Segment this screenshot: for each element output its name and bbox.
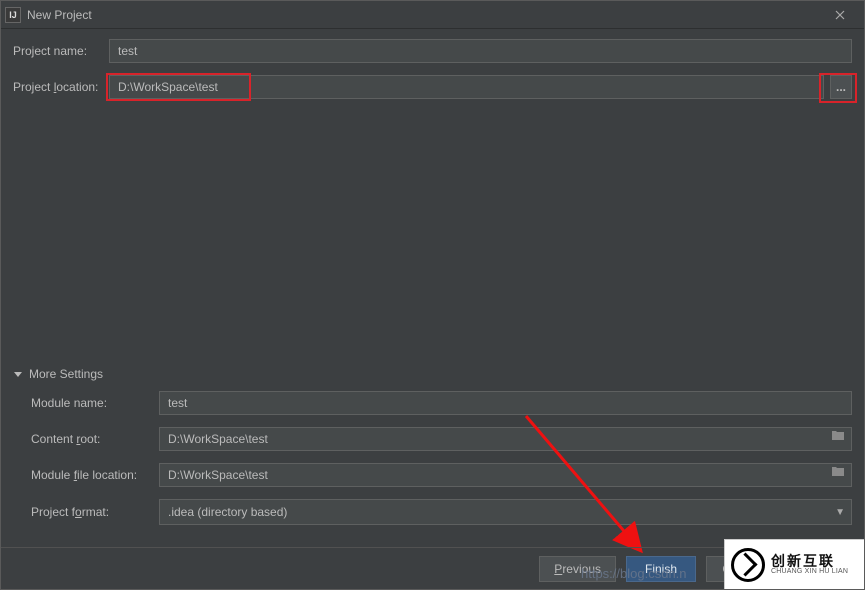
project-location-label: Project location: [13, 80, 109, 94]
logo-badge: 创新互联 CHUANG XIN HU LIAN [724, 539, 864, 589]
more-settings-toggle[interactable]: More Settings [13, 367, 852, 381]
content-root-label: Content root: [31, 432, 159, 446]
project-format-value: .idea (directory based) [168, 505, 287, 519]
chevron-down-icon: ▼ [835, 507, 845, 518]
project-name-label: Project name: [13, 44, 109, 58]
expand-icon [13, 369, 23, 379]
window-title: New Project [27, 8, 92, 22]
module-file-location-input[interactable] [159, 463, 852, 487]
module-file-location-label: Module file location: [31, 468, 159, 482]
module-name-input[interactable] [159, 391, 852, 415]
more-settings-panel: Module name: Content root: Module file l… [13, 391, 852, 525]
more-settings-label: More Settings [29, 367, 103, 381]
project-format-select[interactable]: .idea (directory based) ▼ [159, 499, 852, 525]
content-root-input[interactable] [159, 427, 852, 451]
logo-text-en: CHUANG XIN HU LIAN [771, 568, 848, 575]
close-icon [835, 10, 845, 20]
project-name-row: Project name: [13, 39, 852, 63]
logo-icon [731, 548, 765, 582]
logo-text-cn: 创新互联 [771, 554, 848, 568]
close-button[interactable] [820, 3, 860, 27]
project-location-input[interactable] [109, 75, 824, 99]
finish-button[interactable]: Finish [626, 556, 696, 582]
project-name-input[interactable] [109, 39, 852, 63]
app-icon: IJ [5, 7, 21, 23]
titlebar: IJ New Project [1, 1, 864, 29]
project-format-label: Project format: [31, 505, 159, 519]
module-name-label: Module name: [31, 396, 159, 410]
project-location-row: Project location: ... [13, 75, 852, 99]
browse-location-button[interactable]: ... [830, 75, 852, 99]
previous-button[interactable]: Previous [539, 556, 616, 582]
